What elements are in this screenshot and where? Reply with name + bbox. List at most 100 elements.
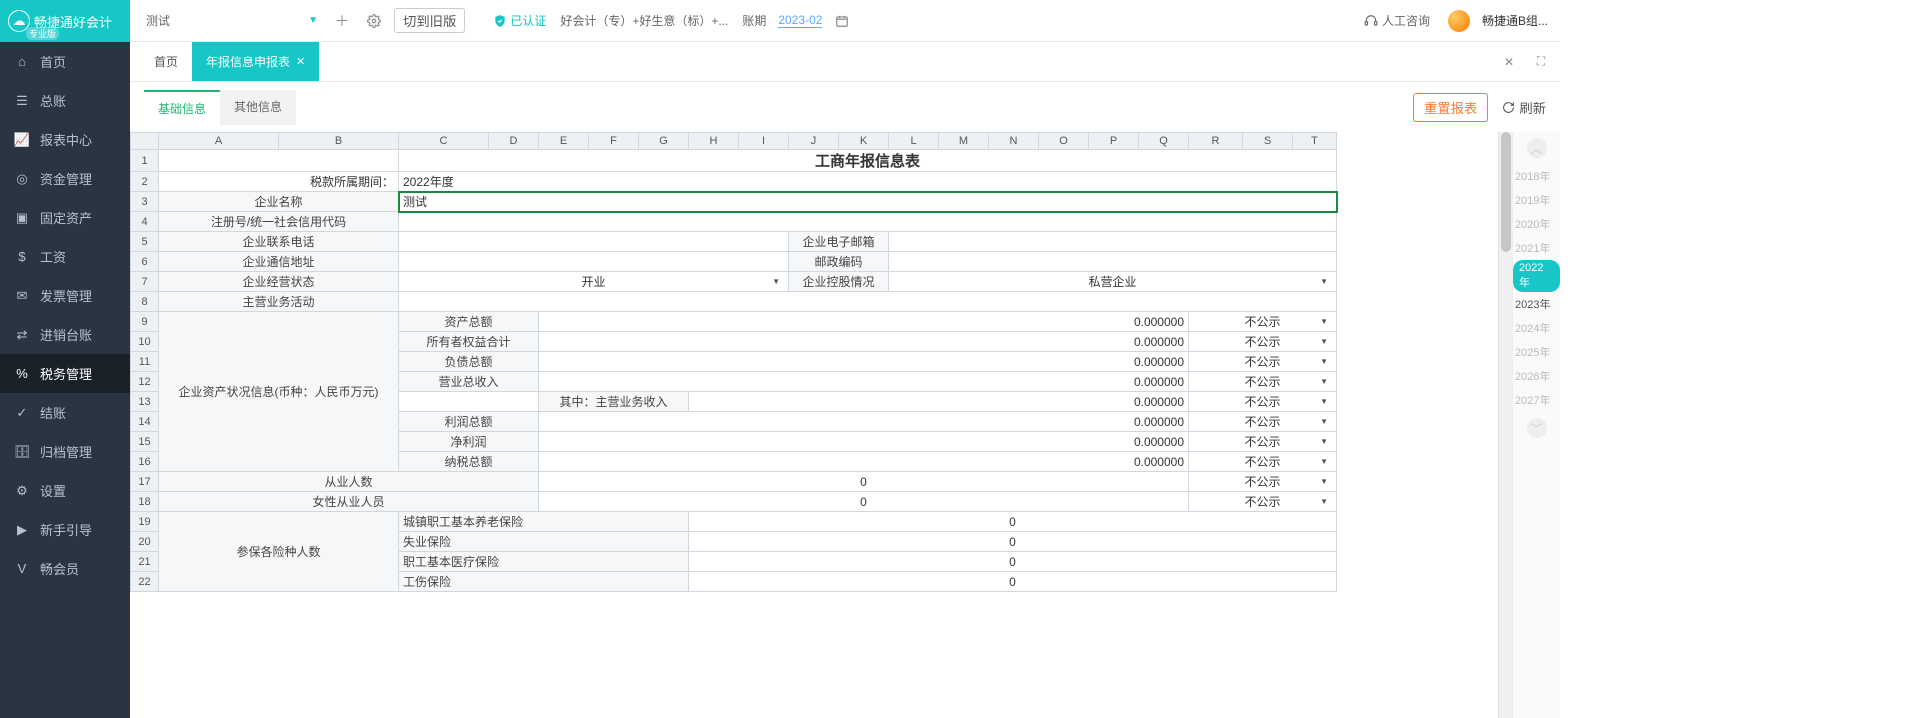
column-header[interactable]: T xyxy=(1293,133,1337,150)
refresh-button[interactable]: 刷新 xyxy=(1502,98,1546,117)
sidebar-item-archive[interactable]: 🗄归档管理 xyxy=(0,432,130,471)
employees-cell[interactable]: 0 xyxy=(539,472,1189,492)
sidebar-item-guide[interactable]: ▶新手引导 xyxy=(0,510,130,549)
avatar[interactable] xyxy=(1448,10,1470,32)
gear-icon[interactable] xyxy=(362,9,386,33)
year-2021年[interactable]: 2021年 xyxy=(1513,236,1560,260)
sidebar-item-chart[interactable]: 📈报表中心 xyxy=(0,120,130,159)
vertical-scrollbar[interactable] xyxy=(1498,132,1512,718)
column-header[interactable]: E xyxy=(539,133,589,150)
reset-report-button[interactable]: 重置报表 xyxy=(1413,93,1488,122)
year-2020年[interactable]: 2020年 xyxy=(1513,212,1560,236)
pension-cell[interactable]: 0 xyxy=(689,512,1337,532)
year-down-button[interactable]: ﹀ xyxy=(1527,418,1547,438)
column-header[interactable]: Q xyxy=(1139,133,1189,150)
publish-select[interactable]: 不公示▼ xyxy=(1189,412,1337,432)
publish-select[interactable]: 不公示▼ xyxy=(1189,332,1337,352)
column-header[interactable]: M xyxy=(939,133,989,150)
company-name-cell[interactable]: 测试 xyxy=(399,192,1337,212)
total-profit-cell[interactable]: 0.000000 xyxy=(539,412,1189,432)
total-revenue-cell[interactable]: 0.000000 xyxy=(539,372,1189,392)
publish-select[interactable]: 不公示▼ xyxy=(1189,472,1337,492)
year-2025年[interactable]: 2025年 xyxy=(1513,340,1560,364)
fullscreen-button[interactable]: ⛶ xyxy=(1530,51,1552,73)
add-button[interactable]: ＋ xyxy=(330,9,354,33)
column-header[interactable]: G xyxy=(639,133,689,150)
sidebar-item-ledger[interactable]: ☰总账 xyxy=(0,81,130,120)
switch-old-button[interactable]: 切到旧版 xyxy=(394,8,465,33)
publish-select[interactable]: 不公示▼ xyxy=(1189,452,1337,472)
column-header[interactable]: D xyxy=(489,133,539,150)
column-header[interactable]: K xyxy=(839,133,889,150)
publish-select[interactable]: 不公示▼ xyxy=(1189,432,1337,452)
sidebar-item-settings[interactable]: ⚙设置 xyxy=(0,471,130,510)
credit-code-cell[interactable] xyxy=(399,212,1337,232)
main-business-cell[interactable] xyxy=(399,292,1337,312)
column-header[interactable]: H xyxy=(689,133,739,150)
year-2018年[interactable]: 2018年 xyxy=(1513,164,1560,188)
column-header[interactable]: R xyxy=(1189,133,1243,150)
column-header[interactable]: L xyxy=(889,133,939,150)
tab-年报信息申报表[interactable]: 年报信息申报表✕ xyxy=(192,42,319,81)
subtab-其他信息[interactable]: 其他信息 xyxy=(220,90,296,125)
total-tax-cell[interactable]: 0.000000 xyxy=(539,452,1189,472)
period-label: 账期 xyxy=(742,12,766,29)
support-link[interactable]: 人工咨询 xyxy=(1364,12,1430,29)
sidebar-item-home[interactable]: ⌂首页 xyxy=(0,42,130,81)
total-assets-cell[interactable]: 0.000000 xyxy=(539,312,1189,332)
column-header[interactable]: F xyxy=(589,133,639,150)
female-employees-cell[interactable]: 0 xyxy=(539,492,1189,512)
publish-select[interactable]: 不公示▼ xyxy=(1189,352,1337,372)
publish-select[interactable]: 不公示▼ xyxy=(1189,392,1337,412)
email-cell[interactable] xyxy=(889,232,1337,252)
org-selector[interactable]: 测试 ▼ xyxy=(142,8,322,33)
publish-select[interactable]: 不公示▼ xyxy=(1189,312,1337,332)
sidebar-item-tax[interactable]: %税务管理 xyxy=(0,354,130,393)
net-profit-cell[interactable]: 0.000000 xyxy=(539,432,1189,452)
unemployment-cell[interactable]: 0 xyxy=(689,532,1337,552)
column-header[interactable] xyxy=(131,133,159,150)
column-header[interactable]: A xyxy=(159,133,279,150)
holding-type-select[interactable]: 私营企业▼ xyxy=(889,272,1337,292)
injury-cell[interactable]: 0 xyxy=(689,572,1337,592)
column-header[interactable]: P xyxy=(1089,133,1139,150)
column-header[interactable]: J xyxy=(789,133,839,150)
subtab-基础信息[interactable]: 基础信息 xyxy=(144,90,220,125)
sidebar-item-close-period[interactable]: ✓结账 xyxy=(0,393,130,432)
sidebar-item-inout[interactable]: ⇄进销台账 xyxy=(0,315,130,354)
year-2027年[interactable]: 2027年 xyxy=(1513,388,1560,412)
column-header[interactable]: B xyxy=(279,133,399,150)
postcode-cell[interactable] xyxy=(889,252,1337,272)
year-2026年[interactable]: 2026年 xyxy=(1513,364,1560,388)
period-selector[interactable]: 2023-02 xyxy=(778,13,822,28)
column-header[interactable]: C xyxy=(399,133,489,150)
column-header[interactable]: I xyxy=(739,133,789,150)
owner-equity-cell[interactable]: 0.000000 xyxy=(539,332,1189,352)
year-2024年[interactable]: 2024年 xyxy=(1513,316,1560,340)
medical-cell[interactable]: 0 xyxy=(689,552,1337,572)
year-2022年[interactable]: 2022年 xyxy=(1513,260,1560,292)
column-header[interactable]: S xyxy=(1243,133,1293,150)
sidebar-item-invoice[interactable]: ✉发票管理 xyxy=(0,276,130,315)
phone-cell[interactable] xyxy=(399,232,789,252)
year-up-button[interactable]: ︿ xyxy=(1527,138,1547,158)
close-all-tabs-button[interactable]: ✕ xyxy=(1498,51,1520,73)
calendar-icon[interactable] xyxy=(830,9,854,33)
business-status-select[interactable]: 开业▼ xyxy=(399,272,789,292)
year-2019年[interactable]: 2019年 xyxy=(1513,188,1560,212)
main-revenue-cell[interactable]: 0.000000 xyxy=(689,392,1189,412)
sidebar-item-salary[interactable]: $工资 xyxy=(0,237,130,276)
column-header[interactable]: N xyxy=(989,133,1039,150)
year-2023年[interactable]: 2023年 xyxy=(1513,292,1560,316)
total-liab-cell[interactable]: 0.000000 xyxy=(539,352,1189,372)
address-cell[interactable] xyxy=(399,252,789,272)
sheet-scroll[interactable]: ABCDEFGHIJKLMNOPQRST 1工商年报信息表 2税款所属期间：20… xyxy=(130,132,1498,718)
publish-select[interactable]: 不公示▼ xyxy=(1189,372,1337,392)
close-icon[interactable]: ✕ xyxy=(296,55,305,68)
sidebar-item-fund[interactable]: ◎资金管理 xyxy=(0,159,130,198)
tab-首页[interactable]: 首页 xyxy=(140,42,192,81)
sidebar-item-asset[interactable]: ▣固定资产 xyxy=(0,198,130,237)
column-header[interactable]: O xyxy=(1039,133,1089,150)
sidebar-item-vip[interactable]: V畅会员 xyxy=(0,549,130,588)
publish-select[interactable]: 不公示▼ xyxy=(1189,492,1337,512)
